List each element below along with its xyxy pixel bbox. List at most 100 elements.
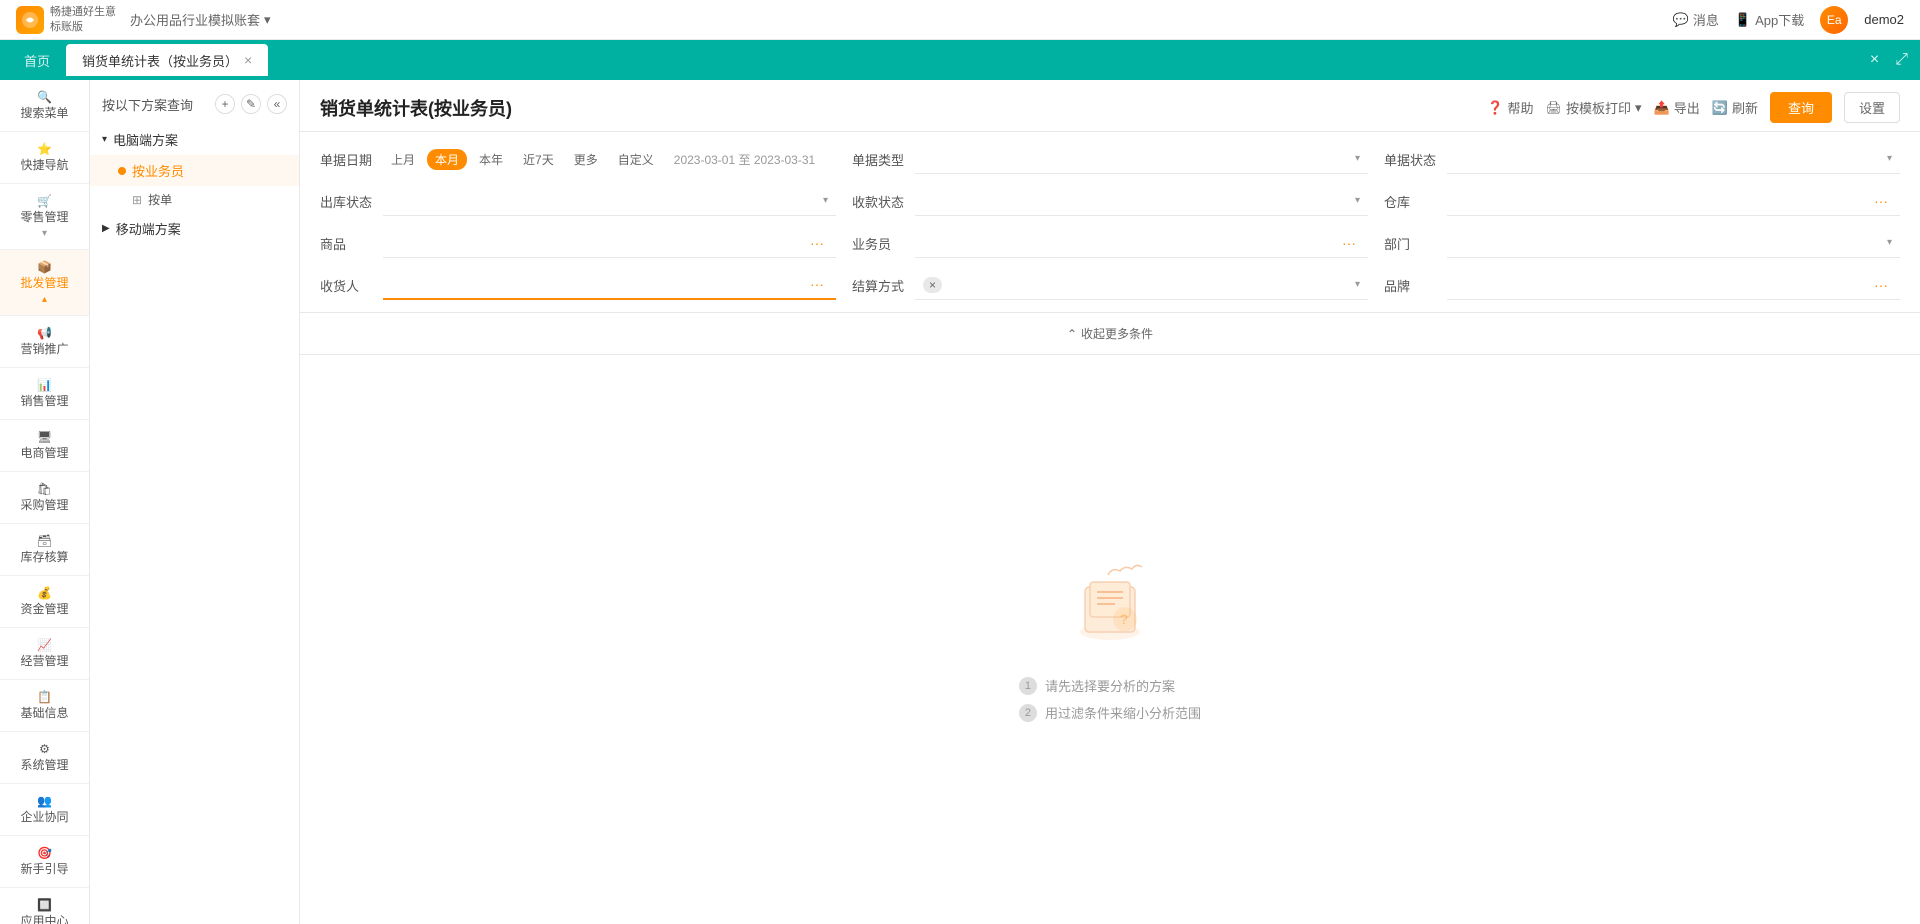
sidebar-item-guide[interactable]: 🎯 新手引导 (0, 836, 89, 888)
avatar[interactable]: Ea (1820, 6, 1848, 34)
query-label: 查询 (1788, 101, 1814, 116)
date-tabs: 上月 本月 本年 近7天 更多 自定义 (383, 149, 662, 170)
panel-edit-icon: ✎ (246, 97, 256, 111)
scheme-group-desktop: ▾ 电脑端方案 按业务员 ⊞ 按单 ▶ 移动端方案 (90, 120, 299, 248)
date-tab-7days[interactable]: 近7天 (515, 149, 562, 170)
refresh-button[interactable]: 🔄 刷新 (1712, 98, 1758, 117)
date-tab-more[interactable]: 更多 (566, 149, 606, 170)
breadcrumb-text: 办公用品行业模拟账套 (130, 10, 260, 29)
settlement-x-badge[interactable]: × (923, 277, 942, 293)
payment-label: 收款状态 (852, 192, 907, 211)
sidebar-item-marketing[interactable]: 📢 营销推广 (0, 316, 89, 368)
query-button[interactable]: 查询 (1770, 92, 1832, 123)
sidebar-item-retail[interactable]: 🛒 零售管理 ▾ (0, 184, 89, 250)
ecommerce-icon: 🖥 (8, 430, 81, 444)
sidebar-item-quicknav[interactable]: ⭐ 快捷导航 (0, 132, 89, 184)
enterprise-icon: 👥 (8, 794, 81, 808)
tab-close-all-icon[interactable]: × (1866, 47, 1883, 73)
goods-dots[interactable]: ··· (806, 235, 828, 251)
date-tab-lastmonth[interactable]: 上月 (383, 149, 423, 170)
filter-row-4: 收货人 ··· 结算方式 × (320, 270, 1900, 300)
guide-icon: 🎯 (8, 846, 81, 860)
sidebar-item-appstore[interactable]: 🔲 应用中心 (0, 888, 89, 924)
tab-fullscreen-icon[interactable]: ⤢ (1891, 47, 1912, 73)
sidebar-item-enterprise[interactable]: 👥 企业协同 (0, 784, 89, 836)
warehouse-control: ··· (1447, 186, 1900, 216)
sidebar-item-basic[interactable]: 📋 基础信息 (0, 680, 89, 732)
outstatus-select[interactable]: ▾ (383, 186, 836, 216)
doctype-arrow-icon: ▾ (1355, 153, 1360, 164)
sidebar-operations-label: 经营管理 (8, 652, 81, 669)
logo-text: 畅捷通好生意 标账版 (50, 5, 116, 34)
basic-icon: 📋 (8, 690, 81, 704)
collapse-button[interactable]: ⌃ 收起更多条件 (1055, 321, 1165, 346)
empty-tip-1: 1 请先选择要分析的方案 (1019, 676, 1201, 695)
app-download-button[interactable]: 📱 App下载 (1735, 10, 1804, 29)
breadcrumb-select[interactable]: 办公用品行业模拟账套 ▾ (124, 8, 277, 31)
scheme-group-mobile-header[interactable]: ▶ 移动端方案 (90, 213, 299, 244)
appstore-icon: 🔲 (8, 898, 81, 912)
help-button[interactable]: ❓ 帮助 (1487, 98, 1533, 117)
logo-area: 畅捷通好生意 标账版 (16, 5, 116, 34)
salesperson-dots[interactable]: ··· (1338, 235, 1360, 251)
panel-collapse-button[interactable]: « (267, 94, 287, 114)
svg-text:?: ? (1120, 611, 1128, 627)
sidebar-item-finance[interactable]: 💰 资金管理 (0, 576, 89, 628)
docstatus-control: ▾ (1447, 144, 1900, 174)
payment-control: ▾ (915, 186, 1368, 216)
export-button[interactable]: 📤 导出 (1654, 98, 1700, 117)
sidebar-wholesale-label: 批发管理 (8, 274, 81, 291)
main-layout: 🔍 搜索菜单 ⭐ 快捷导航 🛒 零售管理 ▾ 📦 批发管理 ▴ 📢 营销推广 📊… (0, 80, 1920, 924)
empty-state-icon: ? (1060, 557, 1160, 657)
sidebar-inventory-label: 库存核算 (8, 548, 81, 565)
doctype-select[interactable]: ▾ (915, 144, 1368, 174)
sidebar-item-ecommerce[interactable]: 🖥 电商管理 (0, 420, 89, 472)
warehouse-dots[interactable]: ··· (1870, 193, 1892, 209)
receiver-dots[interactable]: ··· (806, 276, 828, 292)
empty-state: ? 1 请先选择要分析的方案 2 用过滤条件来缩小分析范围 (300, 355, 1920, 924)
help-icon: ❓ (1487, 100, 1503, 116)
user-name[interactable]: demo2 (1864, 12, 1904, 27)
header-left: 畅捷通好生意 标账版 办公用品行业模拟账套 ▾ (16, 5, 277, 34)
filter-outstatus-item: 出库状态 ▾ (320, 186, 836, 216)
sidebar-item-search[interactable]: 🔍 搜索菜单 (0, 80, 89, 132)
export-icon: 📤 (1654, 100, 1670, 116)
scheme-item-by-order[interactable]: ⊞ 按单 (90, 186, 299, 213)
tab-home[interactable]: 首页 (8, 44, 66, 76)
date-tab-thismonth[interactable]: 本月 (427, 149, 467, 170)
tab-sales-stats-label: 销货单统计表（按业务员） (82, 51, 238, 70)
sidebar-appstore-label: 应用中心 (8, 912, 81, 924)
sidebar: 🔍 搜索菜单 ⭐ 快捷导航 🛒 零售管理 ▾ 📦 批发管理 ▴ 📢 营销推广 📊… (0, 80, 90, 924)
sidebar-sales-label: 销售管理 (8, 392, 81, 409)
sidebar-item-inventory[interactable]: 🗃 库存核算 (0, 524, 89, 576)
sidebar-marketing-label: 营销推广 (8, 340, 81, 357)
app-download-label: App下载 (1755, 10, 1804, 29)
settings-button[interactable]: 设置 (1844, 92, 1900, 123)
breadcrumb-arrow-icon: ▾ (264, 12, 271, 28)
sidebar-item-wholesale[interactable]: 📦 批发管理 ▴ (0, 250, 89, 316)
date-tab-custom[interactable]: 自定义 (610, 149, 662, 170)
print-button[interactable]: 🖨 按模板打印 ▾ (1546, 98, 1642, 117)
export-label: 导出 (1674, 98, 1700, 117)
panel-edit-button[interactable]: ✎ (241, 94, 261, 114)
brand-dots[interactable]: ··· (1870, 277, 1892, 293)
date-tab-thisyear[interactable]: 本年 (471, 149, 511, 170)
tab-home-label: 首页 (24, 51, 50, 70)
payment-select[interactable]: ▾ (915, 186, 1368, 216)
sub-order-icon: ⊞ (132, 193, 142, 207)
docstatus-select[interactable]: ▾ (1447, 144, 1900, 174)
sidebar-item-purchase[interactable]: 🛍 采购管理 (0, 472, 89, 524)
sidebar-item-sales[interactable]: 📊 销售管理 (0, 368, 89, 420)
panel-header: 按以下方案查询 + ✎ « (90, 88, 299, 120)
tab-sales-stats[interactable]: 销货单统计表（按业务员） × (66, 44, 268, 76)
collapse-label: 收起更多条件 (1081, 325, 1153, 342)
group-mobile-label: 移动端方案 (116, 219, 181, 238)
sidebar-item-operations[interactable]: 📈 经营管理 (0, 628, 89, 680)
scheme-item-by-salesperson[interactable]: 按业务员 (90, 155, 299, 186)
sidebar-item-system[interactable]: ⚙ 系统管理 (0, 732, 89, 784)
message-button[interactable]: 💬 消息 (1673, 10, 1719, 29)
tab-close-icon[interactable]: × (244, 53, 252, 67)
department-select[interactable]: ▾ (1447, 228, 1900, 258)
panel-add-button[interactable]: + (215, 94, 235, 114)
scheme-group-desktop-header[interactable]: ▾ 电脑端方案 (90, 124, 299, 155)
